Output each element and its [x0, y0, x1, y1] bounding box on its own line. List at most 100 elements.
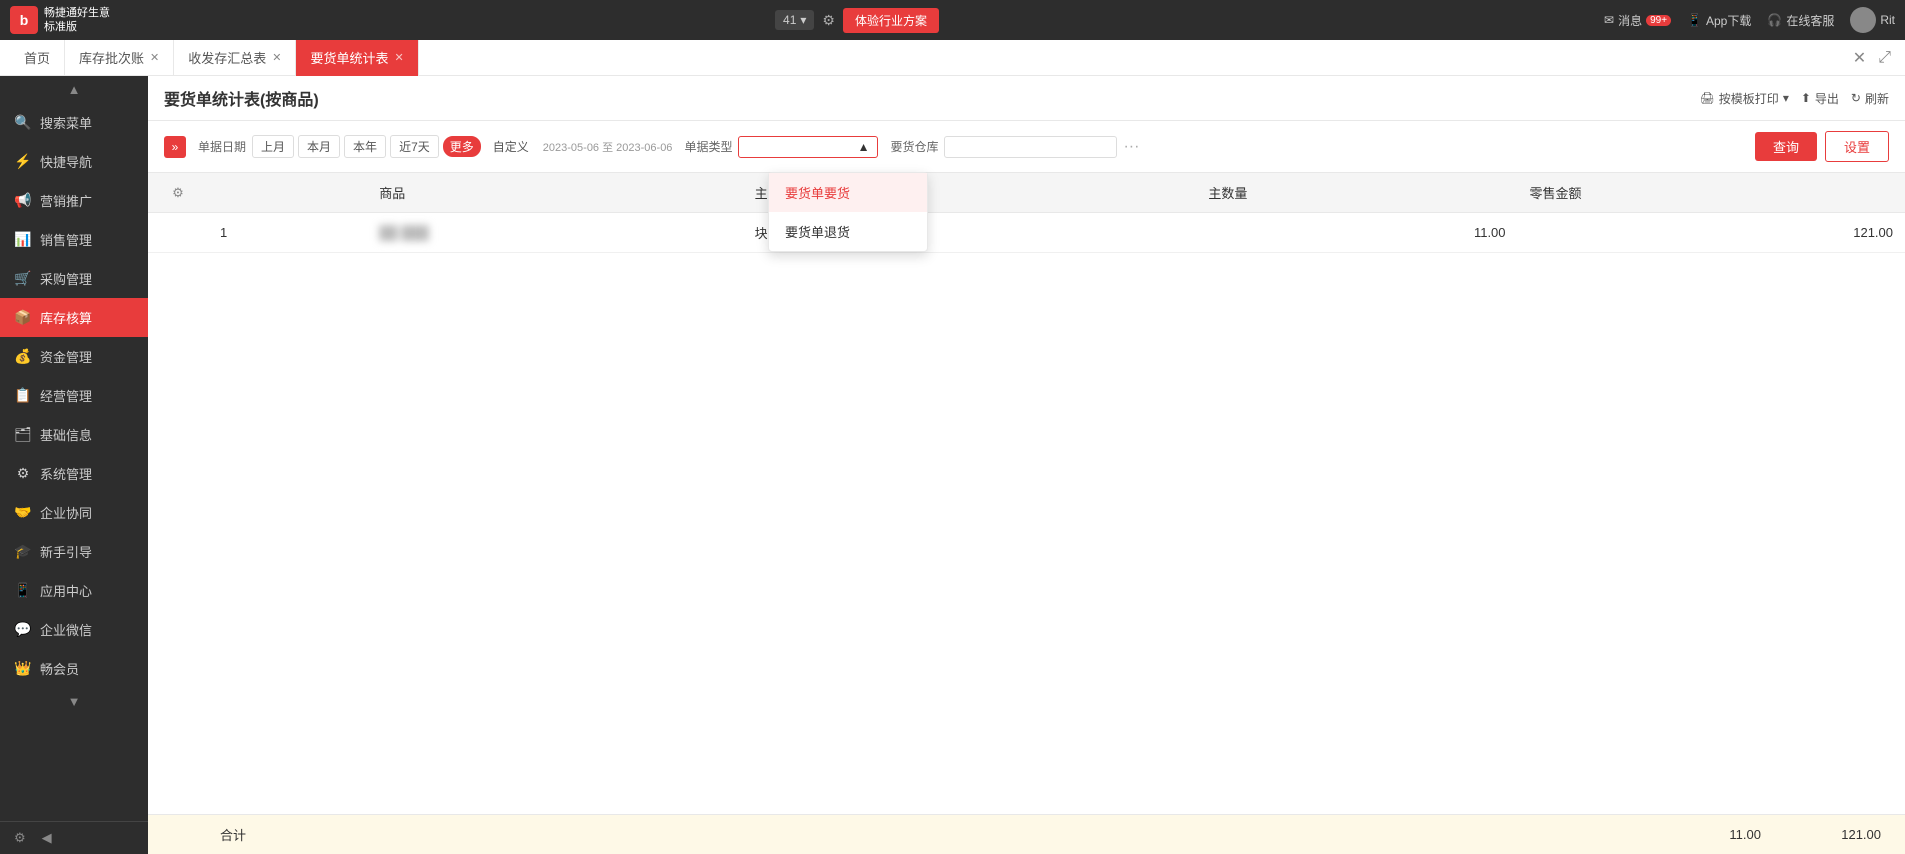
operations-icon: 📋	[14, 387, 32, 405]
date-range-text: 2023-05-06 至 2023-06-06	[543, 139, 673, 155]
this-month-btn[interactable]: 本月	[298, 135, 340, 158]
cooperation-icon: 🤝	[14, 504, 32, 522]
app-download-btn[interactable]: 📱 App下载	[1687, 12, 1751, 29]
sidebar-item-basic-info[interactable]: 🗂 基础信息	[0, 415, 148, 454]
industry-btn[interactable]: 体验行业方案	[843, 8, 939, 33]
type-label: 单据类型	[684, 138, 732, 155]
print-template-btn[interactable]: 🖨 按模板打印 ▾	[1700, 90, 1789, 107]
search-icon: 🔍	[14, 114, 32, 132]
logo-text: 畅捷通好生意 标准版	[44, 6, 110, 35]
more-date-btn[interactable]: 更多	[443, 136, 481, 157]
filter-bar: » 单据日期 上月 本月 本年 近7天 更多 自定义 2023-05-06 至 …	[148, 121, 1905, 173]
footer-label: 合计	[160, 825, 360, 844]
query-btn[interactable]: 查询	[1755, 132, 1817, 161]
online-service-btn[interactable]: 🎧 在线客服	[1767, 12, 1834, 29]
warehouse-label: 要货仓库	[890, 138, 938, 155]
export-btn[interactable]: ⬆ 导出	[1801, 90, 1839, 107]
tab-inventory-batch-close[interactable]: ✕	[150, 51, 159, 64]
refresh-icon: ↻	[1851, 91, 1861, 105]
row-product-text: ██ ███	[379, 225, 429, 240]
last-7-days-btn[interactable]: 近7天	[390, 135, 439, 158]
quick-nav-icon: ⚡	[14, 153, 32, 171]
sidebar-item-finance[interactable]: 💰 资金管理	[0, 337, 148, 376]
sidebar-scroll-down[interactable]: ▼	[0, 688, 148, 715]
messages-badge: 99+	[1646, 15, 1671, 26]
content-area: 要货单统计表(按商品) 🖨 按模板打印 ▾ ⬆ 导出 ↻ 刷新 »	[148, 76, 1905, 854]
table-settings-icon[interactable]: ⚙	[172, 185, 184, 200]
sidebar-item-purchase[interactable]: 🛒 采购管理	[0, 259, 148, 298]
filter-expand-btn[interactable]: »	[164, 136, 186, 158]
type-chevron-up-icon: ▲	[858, 140, 870, 154]
page-header: 要货单统计表(按商品) 🖨 按模板打印 ▾ ⬆ 导出 ↻ 刷新	[148, 76, 1905, 121]
top-header: b 畅捷通好生意 标准版 41 ▾ ⚙ 体验行业方案 ✉ 消息 99+ 📱 Ap…	[0, 0, 1905, 40]
sidebar-item-quick-nav[interactable]: ⚡ 快捷导航	[0, 142, 148, 181]
dropdown-item-requisition-goods[interactable]: 要货单要货	[769, 173, 927, 212]
type-dropdown: 要货单要货 要货单退货	[768, 172, 928, 252]
table-header-qty: 主数量	[1196, 173, 1517, 213]
dropdown-item-requisition-return[interactable]: 要货单退货	[769, 212, 927, 251]
sidebar-item-marketing[interactable]: 📢 营销推广	[0, 181, 148, 220]
sidebar: ▲ 🔍 搜索菜单 ⚡ 快捷导航 📢 营销推广 📊 销售管理 🛒 采购管理 📦 库…	[0, 76, 148, 854]
warehouse-input[interactable]	[944, 136, 1117, 158]
tab-requisition-stats[interactable]: 要货单统计表 ✕	[296, 40, 418, 76]
tab-expand-btn[interactable]: ⤢	[1874, 49, 1895, 67]
table-area: ⚙ 商品 主计量单位 主数量 零售金额 1 ██ ███	[148, 173, 1905, 814]
sidebar-item-beginner[interactable]: 🎓 新手引导	[0, 532, 148, 571]
sidebar-item-enterprise-wechat[interactable]: 💬 企业微信	[0, 610, 148, 649]
last-month-btn[interactable]: 上月	[252, 135, 294, 158]
table-header-product: 商品	[367, 173, 742, 213]
tab-receivable-summary[interactable]: 收发存汇总表 ✕	[174, 40, 296, 76]
sales-icon: 📊	[14, 231, 32, 249]
sidebar-settings-icon[interactable]: ⚙	[14, 830, 26, 846]
sidebar-item-app-center[interactable]: 📱 应用中心	[0, 571, 148, 610]
filter-right: 查询 设置	[1755, 131, 1889, 162]
sidebar-item-system[interactable]: ⚙ 系统管理	[0, 454, 148, 493]
tab-bar: 首页 库存批次账 ✕ 收发存汇总表 ✕ 要货单统计表 ✕ ✕ ⤢	[0, 40, 1905, 76]
sidebar-item-cooperation[interactable]: 🤝 企业协同	[0, 493, 148, 532]
sidebar-item-operations[interactable]: 📋 经营管理	[0, 376, 148, 415]
message-icon: ✉	[1604, 13, 1614, 27]
table-body: 1 ██ ███ 块 11.00 121.00	[148, 213, 1905, 253]
custom-date-btn[interactable]: 自定义	[485, 136, 537, 157]
export-icon: ⬆	[1801, 91, 1811, 105]
tab-bar-actions: ✕ ⤢	[1849, 48, 1895, 68]
tab-home[interactable]: 首页	[10, 40, 65, 76]
avatar	[1850, 7, 1876, 33]
refresh-btn[interactable]: ↻ 刷新	[1851, 90, 1889, 107]
headset-icon: 🎧	[1767, 13, 1782, 27]
tab-close-all-btn[interactable]: ✕	[1849, 48, 1870, 68]
row-amount: 121.00	[1518, 213, 1905, 253]
tab-requisition-stats-close[interactable]: ✕	[395, 51, 404, 64]
sidebar-item-search[interactable]: 🔍 搜索菜单	[0, 103, 148, 142]
sidebar-item-sales[interactable]: 📊 销售管理	[0, 220, 148, 259]
sidebar-bottom: ⚙ ◀	[0, 821, 148, 854]
tab-inventory-batch[interactable]: 库存批次账 ✕	[65, 40, 174, 76]
more-options-icon[interactable]: ···	[1123, 138, 1139, 156]
setup-btn[interactable]: 设置	[1825, 131, 1889, 162]
table-header-settings[interactable]: ⚙	[148, 173, 208, 213]
sidebar-item-membership[interactable]: 👑 畅会员	[0, 649, 148, 688]
beginner-icon: 🎓	[14, 543, 32, 561]
messages-btn[interactable]: ✉ 消息 99+	[1604, 12, 1671, 29]
basic-info-icon: 🗂	[14, 426, 32, 444]
inventory-icon: 📦	[14, 309, 32, 327]
app-center-icon: 📱	[14, 582, 32, 600]
sidebar-item-inventory[interactable]: 📦 库存核算	[0, 298, 148, 337]
settings-icon[interactable]: ⚙	[822, 12, 835, 29]
date-filter-group: 单据日期 上月 本月 本年 近7天 更多 自定义 2023-05-06 至 20…	[198, 135, 672, 158]
marketing-icon: 📢	[14, 192, 32, 210]
header-left: b 畅捷通好生意 标准版	[10, 6, 110, 35]
table-row: 1 ██ ███ 块 11.00 121.00	[148, 213, 1905, 253]
store-selector[interactable]: 41 ▾	[775, 10, 814, 30]
type-selected-value	[747, 140, 750, 154]
footer-amount: 121.00	[1773, 827, 1893, 842]
this-year-btn[interactable]: 本年	[344, 135, 386, 158]
type-select[interactable]: ▲	[738, 136, 878, 158]
user-avatar[interactable]: Rit	[1850, 7, 1895, 33]
logo-icon: b	[10, 6, 38, 34]
tab-receivable-summary-close[interactable]: ✕	[272, 51, 281, 64]
sidebar-collapse-icon[interactable]: ◀	[42, 830, 52, 846]
membership-icon: 👑	[14, 660, 32, 678]
logo-area: b 畅捷通好生意 标准版	[10, 6, 110, 35]
sidebar-scroll-up[interactable]: ▲	[0, 76, 148, 103]
